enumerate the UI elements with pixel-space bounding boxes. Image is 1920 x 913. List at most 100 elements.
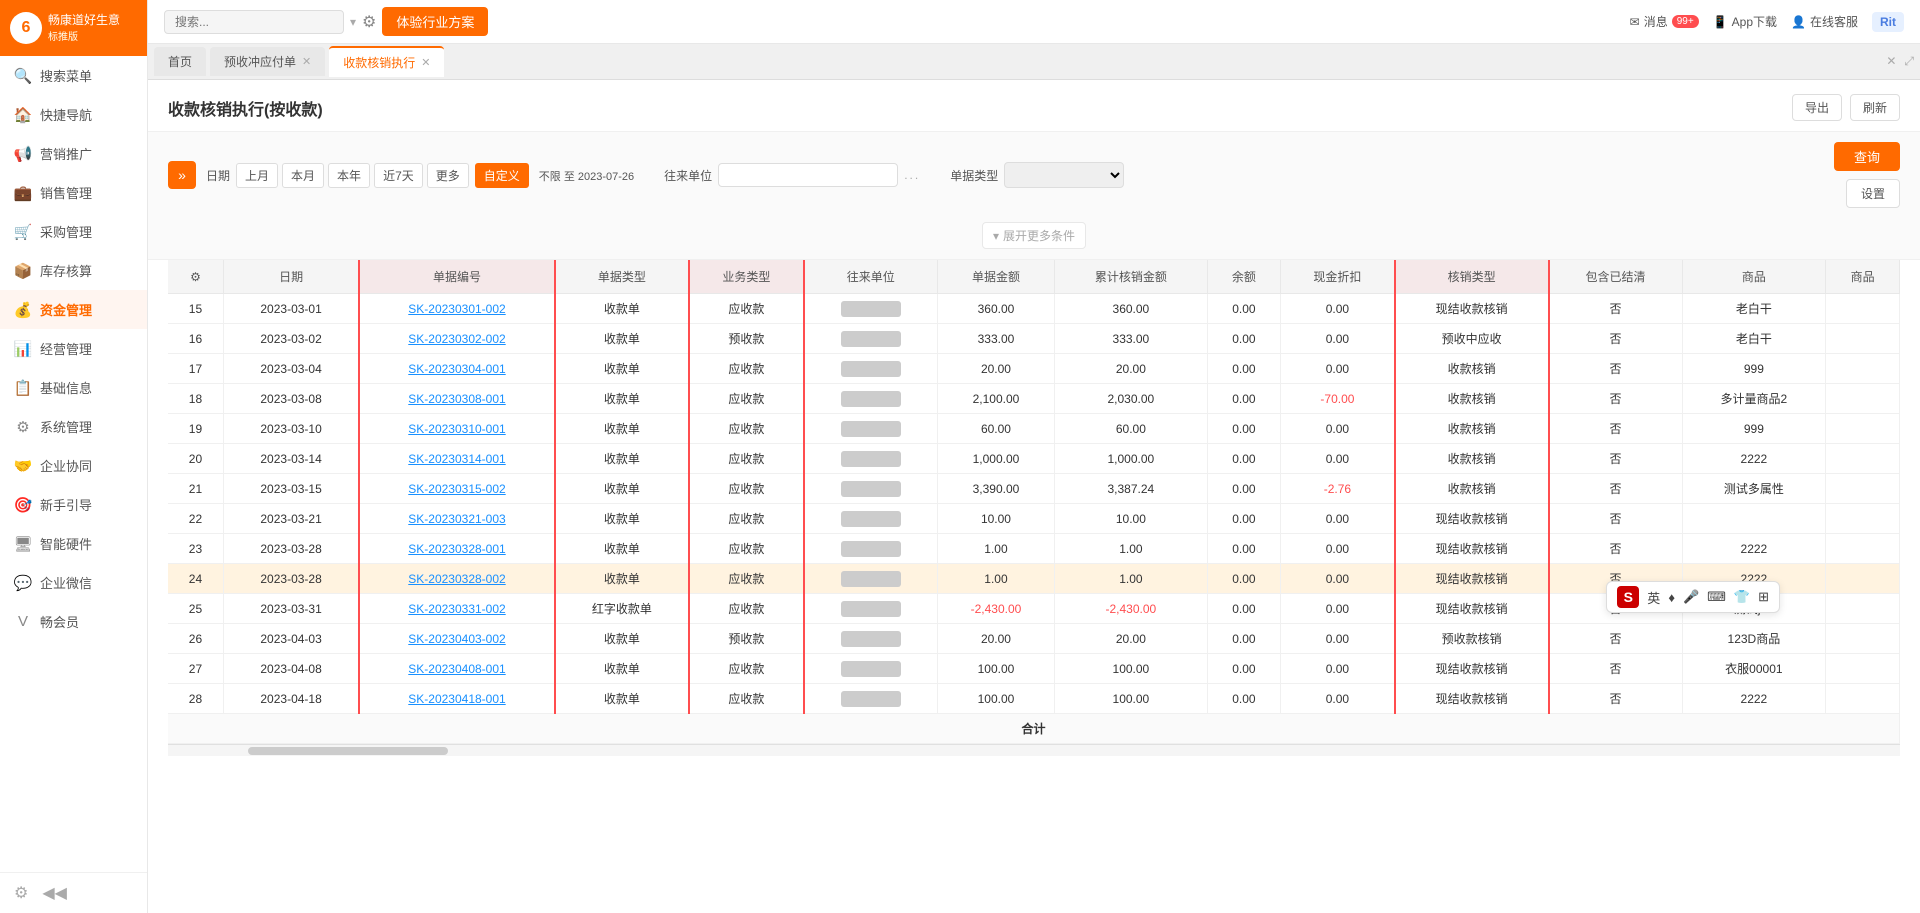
ime-item-3[interactable]: ⌨	[1707, 589, 1726, 605]
sidebar-item-sales[interactable]: 💼销售管理	[0, 173, 147, 212]
bill-no-link[interactable]: SK-20230321-003	[408, 512, 505, 526]
cell-bill_no[interactable]: SK-20230408-001	[359, 654, 555, 684]
filter-settings-button[interactable]: 设置	[1846, 179, 1900, 208]
cell-bill_no[interactable]: SK-20230304-001	[359, 354, 555, 384]
filter-collapse-button[interactable]: »	[168, 161, 196, 189]
bill-no-link[interactable]: SK-20230403-002	[408, 632, 505, 646]
sidebar-item-marketing[interactable]: 📢营销推广	[0, 134, 147, 173]
cell-cash_discount: -70.00	[1281, 384, 1395, 414]
sidebar-item-enterprise[interactable]: 🤝企业协同	[0, 446, 147, 485]
cell-bill_no[interactable]: SK-20230418-001	[359, 684, 555, 714]
cell-bill_no[interactable]: SK-20230331-002	[359, 594, 555, 624]
filter-date-btn-近7天[interactable]: 近7天	[374, 163, 423, 188]
cell-balance: 0.00	[1207, 534, 1281, 564]
messages-button[interactable]: ✉ 消息 99+	[1630, 13, 1699, 30]
topbar-search-input[interactable]	[164, 10, 344, 34]
member-icon: V	[14, 613, 32, 631]
tab-close-all-icon[interactable]: ✕	[1886, 54, 1896, 69]
bill-no-link[interactable]: SK-20230328-001	[408, 542, 505, 556]
sidebar-item-quick-nav[interactable]: 🏠快捷导航	[0, 95, 147, 134]
col-header-include_settled: 包含已结清	[1549, 260, 1683, 294]
filter-bill-type-select[interactable]	[1004, 162, 1124, 188]
filter-date-btn-上月[interactable]: 上月	[236, 163, 278, 188]
bill-no-link[interactable]: SK-20230304-001	[408, 362, 505, 376]
cell-bill_amount: 20.00	[937, 354, 1054, 384]
cell-bill_amount: 333.00	[937, 324, 1054, 354]
cell-date: 2023-03-31	[223, 594, 359, 624]
sidebar-item-finance[interactable]: 💰资金管理	[0, 290, 147, 329]
tab-expand-icon[interactable]: ⤢	[1904, 54, 1914, 69]
tab-close-icon[interactable]: ✕	[302, 55, 311, 68]
cell-bill_no[interactable]: SK-20230314-001	[359, 444, 555, 474]
sidebar-item-member[interactable]: V畅会员	[0, 602, 147, 641]
settings-icon[interactable]: ⚙	[14, 883, 28, 903]
cell-bill_no[interactable]: SK-20230403-002	[359, 624, 555, 654]
cell-bill_no[interactable]: SK-20230301-002	[359, 294, 555, 324]
sidebar-item-system[interactable]: ⚙系统管理	[0, 407, 147, 446]
cell-bill_no[interactable]: SK-20230328-001	[359, 534, 555, 564]
expand-more-button[interactable]: ▾ 展开更多条件	[982, 222, 1086, 249]
cell-bill_no[interactable]: SK-20230315-002	[359, 474, 555, 504]
filter-partner-input[interactable]	[718, 163, 898, 187]
sidebar-item-hardware[interactable]: 🖥智能硬件	[0, 524, 147, 563]
sidebar-item-guide[interactable]: 🎯新手引导	[0, 485, 147, 524]
cell-verify_type: 现结收款核销	[1395, 564, 1549, 594]
ime-item-4[interactable]: 👕	[1734, 589, 1750, 605]
tab-receipt-verify[interactable]: 收款核销执行✕	[329, 46, 444, 77]
sidebar-item-inventory[interactable]: 📦库存核算	[0, 251, 147, 290]
bill-no-link[interactable]: SK-20230315-002	[408, 482, 505, 496]
sidebar-item-operations[interactable]: 📊经营管理	[0, 329, 147, 368]
online-service-button[interactable]: 👤 在线客服	[1791, 13, 1858, 30]
bill-no-link[interactable]: SK-20230408-001	[408, 662, 505, 676]
col-header-goods: 商品	[1682, 260, 1826, 294]
filter-custom-date-button[interactable]: 自定义	[475, 163, 529, 188]
bill-no-link[interactable]: SK-20230328-002	[408, 572, 505, 586]
col-header-biz_type: 业务类型	[689, 260, 804, 294]
cell-include_settled: 否	[1549, 654, 1683, 684]
ime-item-1[interactable]: ♦	[1668, 590, 1675, 605]
ime-item-5[interactable]: ⊞	[1758, 589, 1769, 605]
negative-value: -70.00	[1320, 392, 1354, 406]
cell-cash_discount: 0.00	[1281, 354, 1395, 384]
cell-bill_no[interactable]: SK-20230308-001	[359, 384, 555, 414]
bill-no-link[interactable]: SK-20230310-001	[408, 422, 505, 436]
sidebar-item-wechat[interactable]: 💬企业微信	[0, 563, 147, 602]
filter-date-btn-本年[interactable]: 本年	[328, 163, 370, 188]
cell-bill_no[interactable]: SK-20230302-002	[359, 324, 555, 354]
cell-include_settled: 否	[1549, 504, 1683, 534]
cell-bill_no[interactable]: SK-20230321-003	[359, 504, 555, 534]
industry-solution-button[interactable]: 体验行业方案	[382, 7, 488, 36]
bill-no-link[interactable]: SK-20230308-001	[408, 392, 505, 406]
cell-goods2	[1826, 474, 1900, 504]
sidebar-item-purchase[interactable]: 🛒采购管理	[0, 212, 147, 251]
collapse-icon[interactable]: ◀◀	[42, 883, 67, 903]
cell-bill_no[interactable]: SK-20230310-001	[359, 414, 555, 444]
bill-no-link[interactable]: SK-20230301-002	[408, 302, 505, 316]
topbar-gear-icon[interactable]: ⚙	[362, 12, 376, 32]
sidebar-item-search[interactable]: 🔍搜索菜单	[0, 56, 147, 95]
filter-date-btn-更多[interactable]: 更多	[427, 163, 469, 188]
cell-bill_type: 收款单	[555, 294, 689, 324]
ime-item-0[interactable]: 英	[1647, 588, 1660, 607]
tab-prepay[interactable]: 预收冲应付单✕	[210, 47, 325, 76]
user-avatar[interactable]: Rit	[1872, 12, 1904, 32]
cell-bill_amount: 3,390.00	[937, 474, 1054, 504]
app-download-button[interactable]: 📱 App下载	[1713, 13, 1777, 30]
refresh-button[interactable]: 刷新	[1850, 94, 1900, 121]
bill-no-link[interactable]: SK-20230314-001	[408, 452, 505, 466]
cell-bill_no[interactable]: SK-20230328-002	[359, 564, 555, 594]
cell-biz_type: 应收款	[689, 384, 804, 414]
query-button[interactable]: 查询	[1834, 142, 1900, 171]
ime-item-2[interactable]: 🎤	[1683, 589, 1699, 605]
bill-no-link[interactable]: SK-20230331-002	[408, 602, 505, 616]
bill-no-link[interactable]: SK-20230302-002	[408, 332, 505, 346]
horizontal-scrollbar[interactable]	[168, 744, 1900, 756]
tab-home[interactable]: 首页	[154, 47, 206, 76]
bill-no-link[interactable]: SK-20230418-001	[408, 692, 505, 706]
export-button[interactable]: 导出	[1792, 94, 1842, 121]
filter-date-btn-本月[interactable]: 本月	[282, 163, 324, 188]
operations-icon: 📊	[14, 340, 32, 358]
sidebar-item-basic[interactable]: 📋基础信息	[0, 368, 147, 407]
tab-close-icon[interactable]: ✕	[421, 56, 430, 69]
scrollbar-thumb[interactable]	[248, 747, 448, 755]
